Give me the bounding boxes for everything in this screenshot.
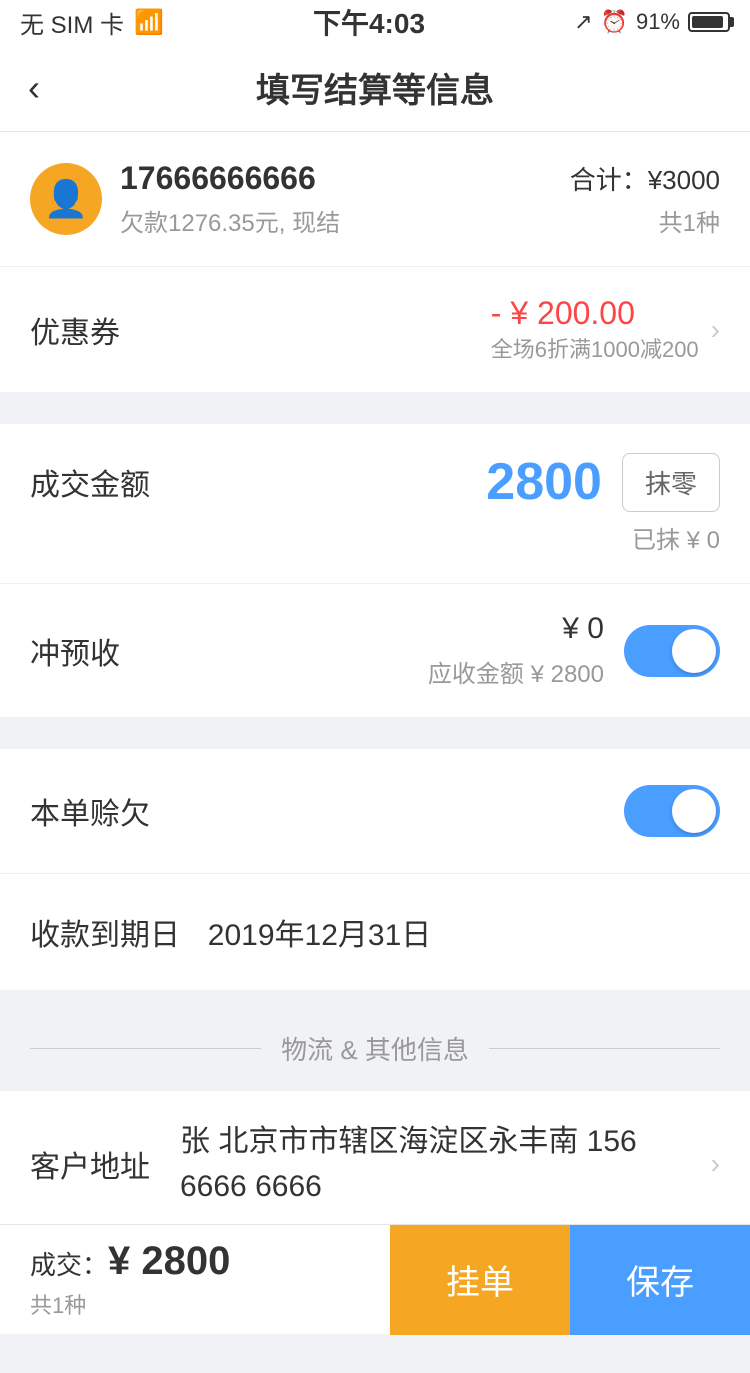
back-button[interactable]: ‹ [28,67,40,109]
prepayment-label: 冲预收 [30,629,120,673]
due-date-label: 收款到期日 [30,919,180,952]
bottom-info: 成交： ¥ 2800 共1种 [0,1239,390,1320]
prepayment-sub: 应收金额 ¥ 2800 [428,654,604,689]
bottom-count: 共1种 [30,1288,360,1320]
debt-label: 本单赊欠 [30,789,150,833]
gps-icon: ↗ [574,9,592,35]
debt-toggle[interactable] [624,785,720,837]
section-divider-1 [0,408,750,424]
status-left: 无 SIM 卡 📶 [20,5,164,40]
avatar-icon: 👤 [44,178,89,220]
address-chevron-icon: › [711,1148,720,1180]
round-button[interactable]: 抹零 [622,453,720,512]
content: 👤 17666666666 欠款1276.35元, 现结 合计：¥3000 共1… [0,132,750,1373]
amount-card: 成交金额 2800 抹零 已抹 ¥ 0 冲预收 ¥ 0 应收金额 ¥ 2800 [0,424,750,717]
hang-button[interactable]: 挂单 [390,1225,570,1335]
battery-icon [688,12,730,32]
section-divider-2 [0,733,750,749]
customer-info: 17666666666 欠款1276.35元, 现结 [120,160,340,238]
logistics-text: 物流 & 其他信息 [281,1030,469,1067]
total-label: 合计：¥3000 [570,160,720,197]
customer-phone: 17666666666 [120,160,340,197]
logistics-divider: 物流 & 其他信息 [0,1006,750,1091]
page-title: 填写结算等信息 [256,63,494,112]
amount-section: 成交金额 2800 抹零 已抹 ¥ 0 [0,424,750,583]
battery-percent: 91% [636,9,680,35]
coupon-description: 全场6折满1000减200 [491,332,699,364]
amount-sub-text: 已抹 ¥ 0 [30,520,720,555]
prepayment-amount: ¥ 0 [562,612,604,646]
customer-left: 👤 17666666666 欠款1276.35元, 现结 [30,160,340,238]
address-label: 客户地址 [30,1142,150,1186]
customer-sub-text: 欠款1276.35元, 现结 [120,203,340,238]
alarm-icon: ⏰ [601,9,628,35]
prepayment-row: 冲预收 ¥ 0 应收金额 ¥ 2800 [0,583,750,717]
bottom-price-row: 成交： ¥ 2800 [30,1239,360,1284]
amount-label: 成交金额 [30,460,150,504]
nav-bar: ‹ 填写结算等信息 [0,44,750,132]
coupon-label: 优惠券 [30,308,120,352]
coupon-right: - ¥ 200.00 全场6折满1000减200 › [491,295,720,364]
coupon-row[interactable]: 优惠券 - ¥ 200.00 全场6折满1000减200 › [0,266,750,392]
coupon-chevron-icon: › [711,314,720,346]
customer-card: 👤 17666666666 欠款1276.35元, 现结 合计：¥3000 共1… [0,132,750,392]
status-time: 下午4:03 [313,2,425,42]
due-date-row: 收款到期日 2019年12月31日 [0,873,750,990]
amount-value: 2800 [486,452,602,512]
prepayment-right: ¥ 0 应收金额 ¥ 2800 [428,612,604,689]
debt-card: 本单赊欠 收款到期日 2019年12月31日 [0,749,750,990]
customer-row: 👤 17666666666 欠款1276.35元, 现结 合计：¥3000 共1… [0,132,750,266]
logistics-line-right [489,1048,720,1049]
status-right: ↗ ⏰ 91% [574,9,730,35]
bottom-bar: 成交： ¥ 2800 共1种 挂单 保存 [0,1224,750,1334]
debt-row: 本单赊欠 [0,749,750,873]
logistics-line-left [30,1048,261,1049]
avatar: 👤 [30,163,102,235]
prepayment-toggle[interactable] [624,625,720,677]
status-bar: 无 SIM 卡 📶 下午4:03 ↗ ⏰ 91% [0,0,750,44]
amount-right: 2800 抹零 [486,452,720,512]
save-button[interactable]: 保存 [570,1225,750,1335]
address-row[interactable]: 客户地址 张 北京市市辖区海淀区永丰南 156 6666 6666 › [0,1091,750,1237]
total-count: 共1种 [570,203,720,238]
address-content: 张 北京市市辖区海淀区永丰南 156 6666 6666 [180,1119,701,1209]
wifi-icon: 📶 [134,8,164,37]
customer-right: 合计：¥3000 共1种 [570,160,720,238]
bottom-price-value: ¥ 2800 [108,1239,230,1284]
amount-row: 成交金额 2800 抹零 [30,452,720,512]
carrier-text: 无 SIM 卡 [20,5,124,40]
coupon-amount: - ¥ 200.00 [491,295,699,332]
due-date-value: 2019年12月31日 [208,919,431,952]
bottom-deal-label: 成交： [30,1245,108,1282]
